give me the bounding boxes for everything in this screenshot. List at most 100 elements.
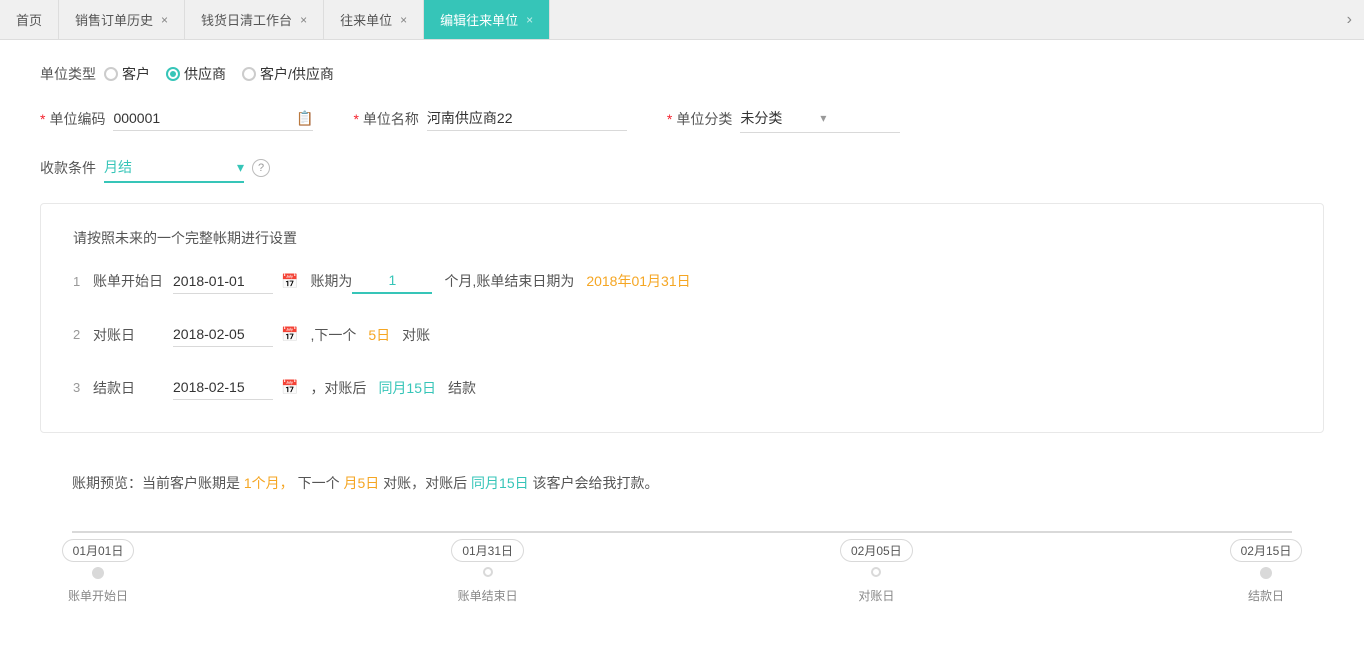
unit-info-row: * 单位编码 📋 * 单位名称 * 单位分类 未分类 ▾ [40, 104, 1324, 133]
setting-row-2: 2 对账日 📅 ,下一个 5日 对账 [73, 322, 1291, 347]
unit-name-group: * 单位名称 [353, 106, 626, 131]
tab-more-button[interactable]: › [1335, 11, 1364, 29]
close-icon[interactable]: × [300, 13, 307, 27]
reconcile-desc-suffix: 对账 [402, 325, 430, 345]
unit-type-group: 单位类型 客户 供应商 客户/供应商 [40, 64, 334, 84]
timeline-points: 01月01日 账单开始日 01月31日 账单结束日 02月05日 对账日 02月… [92, 567, 1272, 579]
tab-cashier-workbench-label: 钱货日清工作台 [201, 10, 292, 29]
timeline-label-bottom-0: 账单开始日 [68, 587, 128, 604]
close-icon[interactable]: × [526, 13, 533, 27]
tab-edit-counterparty[interactable]: 编辑往来单位 × [424, 0, 550, 39]
main-content: 单位类型 客户 供应商 客户/供应商 * 单位编码 [0, 40, 1364, 659]
timeline-label-top-1: 01月31日 [451, 539, 524, 562]
period-end-date: 2018年01月31日 [586, 271, 690, 291]
tab-cashier-workbench[interactable]: 钱货日清工作台 × [185, 0, 324, 39]
setting-number-3: 3 [73, 380, 93, 395]
tab-home[interactable]: 首页 [0, 0, 59, 39]
preview-reconcile-prefix: 下一个 [298, 475, 340, 491]
timeline-dot-0 [92, 567, 104, 579]
tab-sales-history-label: 销售订单历史 [75, 10, 153, 29]
unit-category-value: 未分类 [740, 108, 820, 128]
required-star: * [40, 111, 45, 127]
timeline-label-top-3: 02月15日 [1230, 539, 1303, 562]
setting-row-3: 3 结款日 📅 ，对账后 同月15日 结款 [73, 375, 1291, 400]
setting-name-3: 结款日 [93, 378, 173, 398]
timeline-point-3: 02月15日 结款日 [1260, 567, 1272, 579]
timeline-label-bottom-1: 账单结束日 [458, 587, 518, 604]
payment-desc-prefix: ，对账后 [310, 378, 366, 398]
unit-code-group: * 单位编码 📋 [40, 106, 313, 131]
reconcile-date-input[interactable] [173, 322, 273, 347]
timeline-point-0: 01月01日 账单开始日 [92, 567, 104, 579]
tab-sales-history[interactable]: 销售订单历史 × [59, 0, 185, 39]
radio-group: 客户 供应商 客户/供应商 [104, 64, 334, 84]
tab-counterparty-label: 往来单位 [340, 10, 392, 29]
payment-condition-group: 收款条件 月结 ▾ ? [40, 153, 270, 183]
tab-counterparty[interactable]: 往来单位 × [324, 0, 424, 39]
setting-number-2: 2 [73, 327, 93, 342]
calendar-icon[interactable]: 📅 [281, 273, 298, 290]
timeline-line [72, 531, 1292, 533]
unit-category-group: * 单位分类 未分类 ▾ [667, 104, 900, 133]
radio-customer-label: 客户 [122, 64, 150, 84]
preview-reconcile-highlight: 月5日 [343, 475, 379, 491]
payment-condition-row: 收款条件 月结 ▾ ? [40, 153, 1324, 183]
radio-customer-supplier-label: 客户/供应商 [260, 64, 334, 84]
tab-home-label: 首页 [16, 10, 42, 29]
start-date-input[interactable] [173, 269, 273, 294]
tab-edit-counterparty-label: 编辑往来单位 [440, 10, 518, 29]
timeline-dot-3 [1260, 567, 1272, 579]
calendar-icon[interactable]: 📅 [281, 326, 298, 343]
radio-supplier[interactable]: 供应商 [166, 64, 226, 84]
reconcile-desc-prefix: ,下一个 [310, 325, 356, 345]
preview-section: 账期预览：当前客户账期是 1个月， 下一个 月5日 对账，对账后 同月15日 该… [40, 457, 1324, 635]
unit-category-select[interactable]: 未分类 ▾ [740, 104, 900, 133]
timeline-label-bottom-3: 结款日 [1248, 587, 1284, 604]
timeline-container: 01月01日 账单开始日 01月31日 账单结束日 02月05日 对账日 02月… [72, 517, 1292, 619]
unit-name-label: 单位名称 [363, 109, 419, 129]
calendar-icon[interactable]: 📅 [281, 379, 298, 396]
required-star: * [667, 111, 672, 127]
radio-supplier-circle [166, 67, 180, 81]
radio-customer-supplier[interactable]: 客户/供应商 [242, 64, 334, 84]
setting-row-1: 1 账单开始日 📅 账期为 个月,账单结束日期为 2018年01月31日 [73, 268, 1291, 294]
document-icon[interactable]: 📋 [296, 110, 313, 127]
unit-code-input-wrapper: 📋 [113, 106, 313, 131]
setting-name-1: 账单开始日 [93, 271, 173, 291]
help-icon[interactable]: ? [252, 159, 270, 177]
preview-payment-suffix: 该客户会给我打款。 [533, 475, 659, 491]
close-icon[interactable]: × [161, 13, 168, 27]
unit-code-input[interactable] [113, 106, 288, 130]
payment-date-input[interactable] [173, 375, 273, 400]
settings-box: 请按照未来的一个完整帐期进行设置 1 账单开始日 📅 账期为 个月,账单结束日期… [40, 203, 1324, 433]
radio-customer[interactable]: 客户 [104, 64, 150, 84]
preview-payment-highlight: 同月15日 [471, 475, 529, 491]
preview-prefix: 账期预览：当前客户账期是 [72, 475, 240, 491]
radio-customer-circle [104, 67, 118, 81]
payment-condition-value: 月结 [104, 157, 237, 177]
required-star: * [353, 111, 358, 127]
period-label: 账期为 [310, 271, 352, 291]
unit-type-label: 单位类型 [40, 64, 96, 84]
unit-category-label: 单位分类 [676, 109, 732, 129]
payment-condition-label: 收款条件 [40, 158, 96, 178]
payment-condition-select[interactable]: 月结 ▾ [104, 153, 244, 183]
period-suffix: 个月,账单结束日期为 [444, 271, 574, 291]
chevron-down-icon: ▾ [820, 111, 900, 125]
period-input[interactable] [352, 268, 432, 294]
timeline-label-bottom-2: 对账日 [858, 587, 894, 604]
setting-name-2: 对账日 [93, 325, 173, 345]
timeline-dot-2 [871, 567, 881, 577]
timeline-dot-1 [483, 567, 493, 577]
radio-customer-supplier-circle [242, 67, 256, 81]
close-icon[interactable]: × [400, 13, 407, 27]
preview-text: 账期预览：当前客户账期是 1个月， 下一个 月5日 对账，对账后 同月15日 该… [72, 473, 1292, 493]
preview-reconcile-suffix: 对账，对账后 [383, 475, 467, 491]
payment-highlight: 同月15日 [378, 378, 436, 398]
timeline-point-2: 02月05日 对账日 [871, 567, 881, 579]
settings-title: 请按照未来的一个完整帐期进行设置 [73, 228, 1291, 248]
unit-name-input[interactable] [427, 106, 627, 131]
payment-desc-suffix: 结款 [448, 378, 476, 398]
unit-type-row: 单位类型 客户 供应商 客户/供应商 [40, 64, 1324, 84]
timeline-point-1: 01月31日 账单结束日 [483, 567, 493, 579]
